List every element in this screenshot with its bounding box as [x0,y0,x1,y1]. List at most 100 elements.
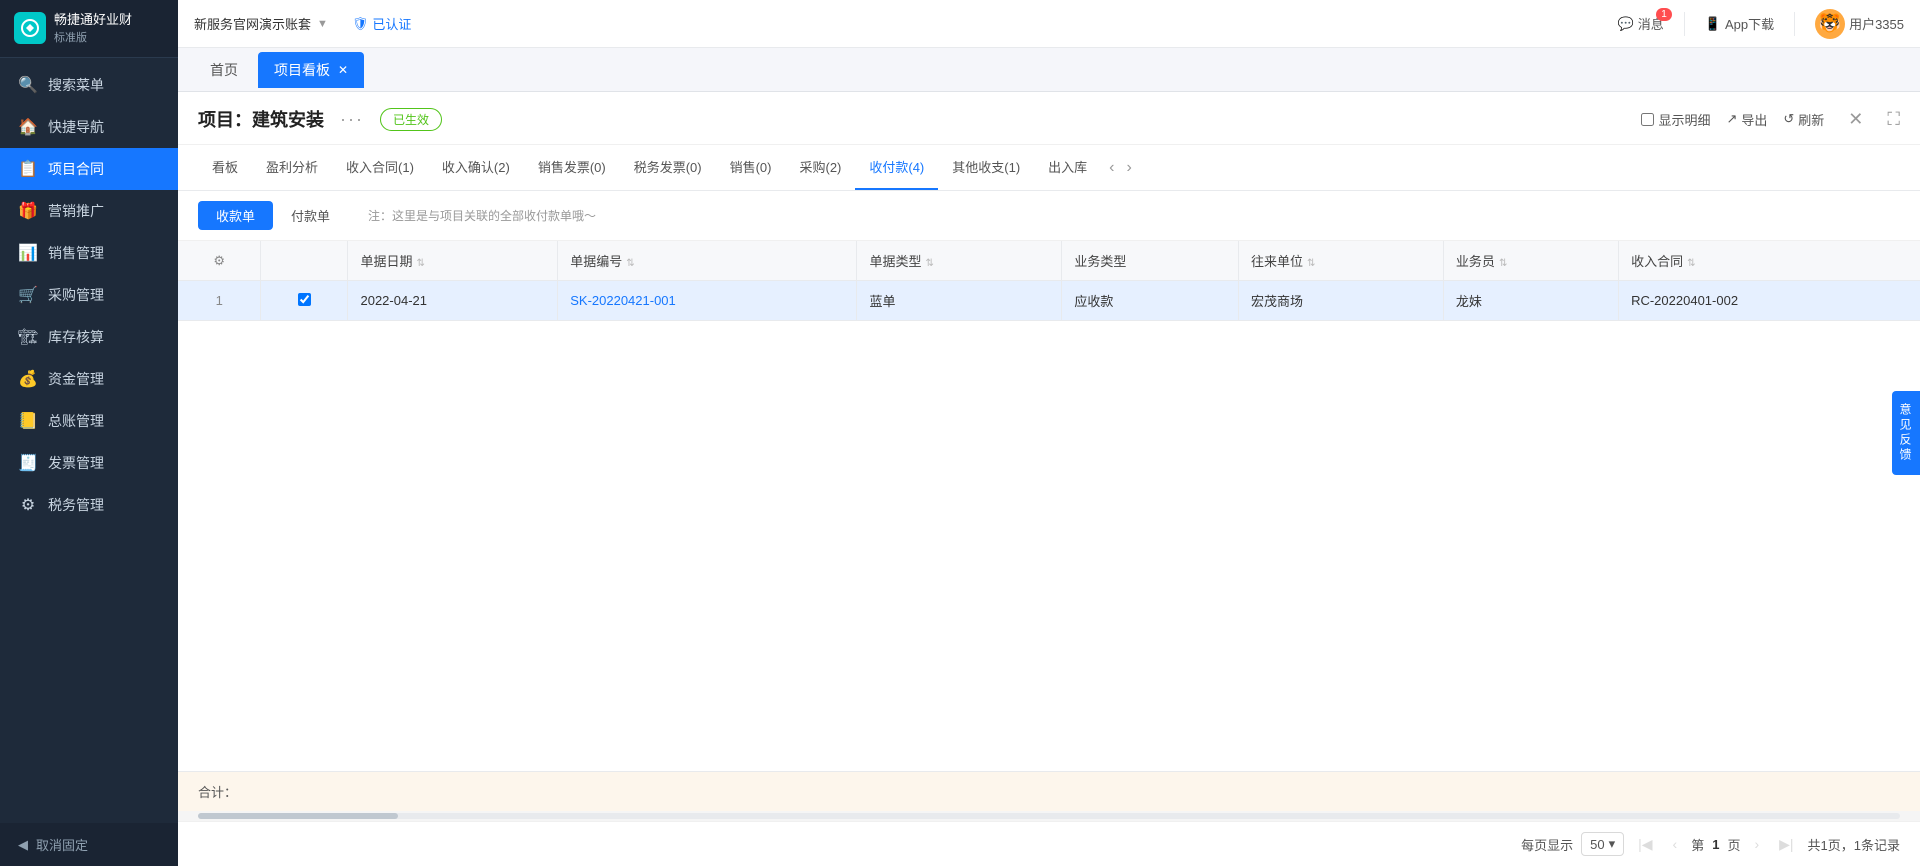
project-title: 项目：建筑安装 [198,106,324,132]
account-name: 新服务官网演示账套 [194,14,311,33]
phone-icon: 📱 [1705,16,1721,32]
account-selector[interactable]: 新服务官网演示账套 ▼ [194,14,328,33]
per-page-select[interactable]: 50 ▾ [1581,832,1624,856]
next-page-button[interactable]: › [1748,834,1765,854]
table-col-income-contract[interactable]: 收入合同⇅ [1619,241,1920,281]
table-wrapper[interactable]: ⚙ 单据日期⇅ 单据编号⇅ 单据类型⇅ 业务类型 [178,241,1920,771]
show-detail-input[interactable] [1641,113,1654,126]
certified-badge: 🛡 已认证 [352,14,412,33]
subtab-kanban[interactable]: 看板 [198,145,252,190]
last-page-button[interactable]: ▶| [1773,834,1799,855]
tab-home-label: 首页 [210,60,238,80]
export-button[interactable]: ↗ 导出 [1726,110,1767,129]
row-number[interactable]: SK-20220421-001 [558,281,857,321]
message-icon: 💬 [1618,16,1634,32]
sidebar-item-project[interactable]: 📋 项目合同 [0,148,178,190]
per-page-value: 50 [1590,837,1604,852]
subtab-tax-invoice[interactable]: 税务发票(0) [620,145,716,190]
topbar-right: 💬 消息 1 📱 App下载 🐯 用户3355 [1618,9,1904,39]
sidebar-item-label: 快捷导航 [48,117,104,137]
subtab-receipt[interactable]: 收付款(4) [855,145,938,190]
show-detail-checkbox[interactable]: 显示明细 [1641,110,1710,129]
sidebar-item-tax[interactable]: ⚙ 税务管理 [0,484,178,526]
user-menu[interactable]: 🐯 用户3355 [1815,9,1904,39]
sidebar-item-search[interactable]: 🔍 搜索菜单 [0,64,178,106]
sidebar-item-label: 项目合同 [48,159,104,179]
sort-salesperson-icon: ⇅ [1499,258,1507,269]
horizontal-scrollbar[interactable] [178,811,1920,821]
sort-type-icon: ⇅ [925,258,933,269]
receipt-view-button[interactable]: 收款单 [198,201,273,230]
refresh-icon: ↺ [1783,111,1794,127]
sort-partner-icon: ⇅ [1307,258,1315,269]
table-col-type[interactable]: 单据类型⇅ [857,241,1062,281]
close-button[interactable]: ✕ [1848,109,1863,130]
pagination: 每页显示 50 ▾ |◀ ‹ 第 1 页 › ▶| 共1页，1条记录 [178,821,1920,866]
table-area: ⚙ 单据日期⇅ 单据编号⇅ 单据类型⇅ 业务类型 [178,241,1920,866]
table-col-partner[interactable]: 往来单位⇅ [1238,241,1443,281]
sidebar-item-sales[interactable]: 📊 销售管理 [0,232,178,274]
page-label: 第 [1691,835,1704,854]
scrollbar-track[interactable] [198,813,1900,819]
sidebar-item-invoice[interactable]: 🧾 发票管理 [0,442,178,484]
sales-icon: 📊 [18,243,38,263]
row-date: 2022-04-21 [348,281,558,321]
sidebar-item-ledger[interactable]: 📒 总账管理 [0,400,178,442]
total-info: 共1页，1条记录 [1808,835,1900,854]
nav-prev-icon[interactable]: ‹ [1105,155,1118,181]
table-col-date[interactable]: 单据日期⇅ [348,241,558,281]
sidebar-unpin-button[interactable]: ◀ 取消固定 [0,823,178,866]
message-badge: 1 [1656,8,1672,21]
subtab-income-confirm[interactable]: 收入确认(2) [428,145,524,190]
feedback-button[interactable]: 意见反馈 [1892,391,1920,475]
refresh-button[interactable]: ↺ 刷新 [1783,110,1824,129]
row-seq: 1 [178,281,261,321]
row-salesperson: 龙妹 [1443,281,1618,321]
subtab-inout[interactable]: 出入库 [1034,145,1101,190]
row-checkbox[interactable] [298,293,311,306]
expand-icon[interactable]: ⛶ [1887,109,1900,130]
prev-page-button[interactable]: ‹ [1667,834,1684,854]
more-options-icon[interactable]: ··· [340,109,364,130]
sidebar-item-quicknav[interactable]: 🏠 快捷导航 [0,106,178,148]
sidebar-item-marketing[interactable]: 🎁 营销推广 [0,190,178,232]
subtab-profit[interactable]: 盈利分析 [252,145,332,190]
scrollbar-thumb[interactable] [198,813,398,819]
tab-project-board[interactable]: 项目看板 ✕ [258,52,364,88]
project-icon: 📋 [18,159,38,179]
row-checkbox-cell[interactable] [261,281,348,321]
sidebar-item-label: 采购管理 [48,285,104,305]
sort-number-icon: ⇅ [626,258,634,269]
table-col-gear[interactable]: ⚙ [178,241,261,281]
first-page-button[interactable]: |◀ [1632,834,1658,855]
divider [1684,12,1685,36]
table-col-number[interactable]: 单据编号⇅ [558,241,857,281]
project-header: 项目：建筑安装 ··· 已生效 显示明细 ↗ 导出 ↺ 刷新 ✕ ⛶ [178,92,1920,145]
sidebar-item-purchase[interactable]: 🛒 采购管理 [0,274,178,316]
sidebar-item-label: 发票管理 [48,453,104,473]
subtab-income-contract[interactable]: 收入合同(1) [332,145,428,190]
sidebar-item-inventory[interactable]: 🏗 库存核算 [0,316,178,358]
row-type: 蓝单 [857,281,1062,321]
payment-view-button[interactable]: 付款单 [273,201,348,230]
subtab-sales-invoice[interactable]: 销售发票(0) [524,145,620,190]
document-link[interactable]: SK-20220421-001 [570,293,676,308]
subtab-other-expense[interactable]: 其他收支(1) [938,145,1034,190]
table-col-salesperson[interactable]: 业务员⇅ [1443,241,1618,281]
show-detail-label: 显示明细 [1658,110,1710,129]
table-row[interactable]: 1 2022-04-21 SK-20220421-001 蓝单 应收款 宏茂商场 [178,281,1920,321]
app-download-button[interactable]: 📱 App下载 [1705,14,1774,33]
shield-icon: 🛡 [352,16,369,32]
arrow-left-icon: ◀ [18,837,28,853]
subtab-purchase[interactable]: 采购(2) [785,145,855,190]
tab-close-icon[interactable]: ✕ [338,63,348,77]
row-biz-type: 应收款 [1062,281,1239,321]
subtab-sales[interactable]: 销售(0) [716,145,786,190]
topbar-left: 新服务官网演示账套 ▼ 🛡 已认证 [194,14,1618,33]
sidebar-item-finance[interactable]: 💰 资金管理 [0,358,178,400]
tab-home[interactable]: 首页 [194,52,254,88]
inventory-icon: 🏗 [18,327,38,347]
message-button[interactable]: 💬 消息 1 [1618,14,1664,33]
sidebar-item-label: 营销推广 [48,201,104,221]
nav-next-icon[interactable]: › [1123,155,1136,181]
